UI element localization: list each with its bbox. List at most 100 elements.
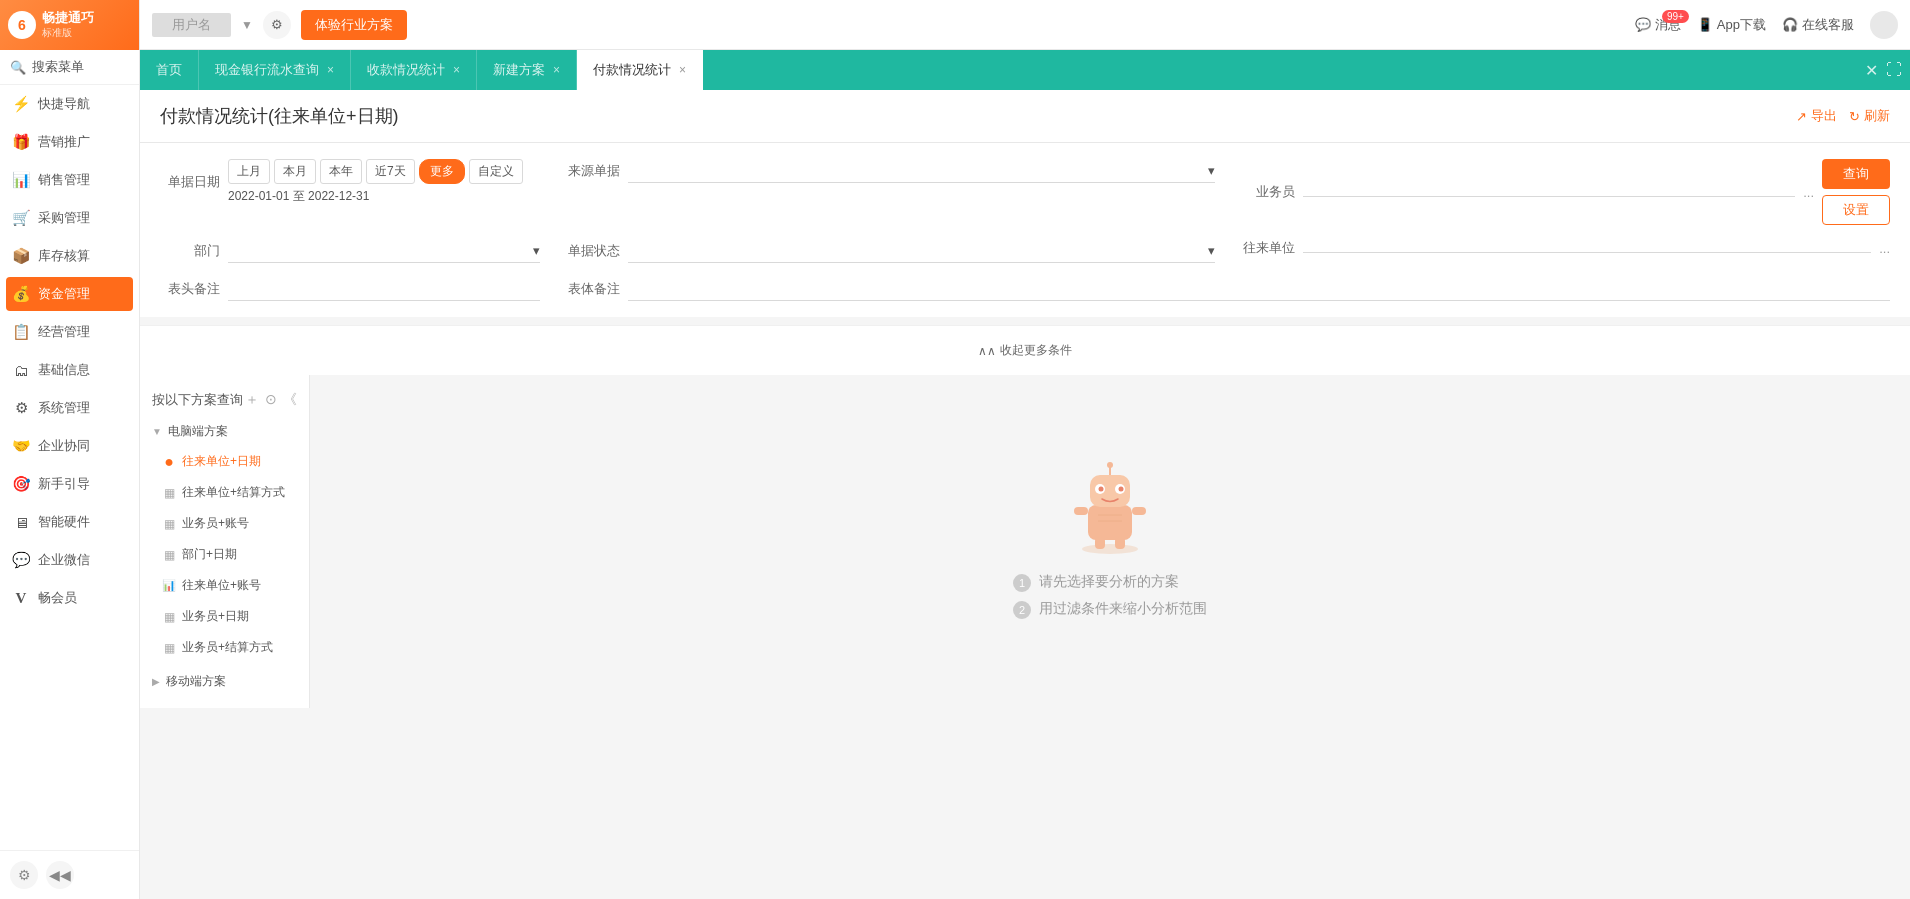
tip-num-2: 2 — [1013, 601, 1031, 619]
date-btn-more[interactable]: 更多 — [419, 159, 465, 184]
setting-btn[interactable]: 设置 — [1822, 195, 1890, 225]
mobile-group-title[interactable]: ▶ 移动端方案 — [140, 667, 309, 696]
chevron-up-icon: ∧∧ — [978, 344, 996, 358]
plan-icon-2: ▦ — [162, 517, 176, 531]
nav-icon: ⚡ — [12, 95, 30, 113]
tab-payment[interactable]: 付款情况统计 × — [577, 50, 703, 90]
tab-cash-flow[interactable]: 现金银行流水查询 × — [199, 50, 351, 90]
tab-home[interactable]: 首页 — [140, 50, 199, 90]
filter-date-item: 单据日期 上月 本月 本年 近7天 更多 自定义 2022-01-01 至 20… — [160, 159, 540, 205]
bodynote-input[interactable] — [628, 277, 1890, 301]
date-btns: 上月 本月 本年 近7天 更多 自定义 — [228, 159, 523, 184]
maximize-tab-btn[interactable]: ⛶ — [1886, 61, 1902, 79]
tab-close-new-plan[interactable]: × — [553, 63, 560, 77]
date-btn-custom[interactable]: 自定义 — [469, 159, 523, 184]
filter-salesman-item: 业务员 ... 查询 设置 — [1235, 159, 1890, 225]
sidebar-item-operation[interactable]: 📋 经营管理 — [0, 313, 139, 351]
date-btn-7days[interactable]: 近7天 — [366, 159, 415, 184]
filter-action-btns: 查询 设置 — [1822, 159, 1890, 225]
main-layout: 按以下方案查询 ＋ ⊙ 《 ▼ 电脑端方案 ● 往来单位+日期 — [140, 375, 1910, 708]
collapse-panel-icon[interactable]: 《 — [283, 391, 297, 409]
tab-close-receivable[interactable]: × — [453, 63, 460, 77]
date-label: 单据日期 — [160, 173, 220, 191]
tab-close-payment[interactable]: × — [679, 63, 686, 77]
sidebar-item-nav[interactable]: ⚡ 快捷导航 — [0, 85, 139, 123]
plan-item-unit-account[interactable]: 📊 往来单位+账号 — [140, 570, 309, 601]
settings-footer-btn[interactable]: ⚙ — [10, 861, 38, 889]
docstatus-select[interactable]: ▾ — [628, 239, 1215, 263]
export-icon: ↗ — [1796, 109, 1807, 124]
collapse-sidebar-btn[interactable]: ◀◀ — [46, 861, 74, 889]
content-area: 付款情况统计(往来单位+日期) ↗ 导出 ↻ 刷新 单据日期 — [140, 90, 1910, 899]
close-tab-btn[interactable]: ✕ — [1865, 61, 1878, 80]
sidebar-item-guide[interactable]: 🎯 新手引导 — [0, 465, 139, 503]
tab-close-cash-flow[interactable]: × — [327, 63, 334, 77]
collapse-btn[interactable]: ∧∧ 收起更多条件 — [978, 336, 1072, 365]
filter-row-1: 单据日期 上月 本月 本年 近7天 更多 自定义 2022-01-01 至 20… — [160, 159, 1890, 225]
sidebar-item-capital[interactable]: 💰 资金管理 — [6, 277, 133, 311]
topbar-service-btn[interactable]: 🎧 在线客服 — [1782, 16, 1854, 34]
filter-dept-item: 部门 ▾ — [160, 239, 540, 263]
filter-counterpart-item: 往来单位 ... — [1235, 239, 1890, 257]
trial-btn[interactable]: 体验行业方案 — [301, 10, 407, 40]
app-icon: 📱 — [1697, 17, 1713, 32]
date-btn-this-month[interactable]: 本月 — [274, 159, 316, 184]
refresh-btn[interactable]: ↻ 刷新 — [1849, 107, 1890, 125]
date-section: 上月 本月 本年 近7天 更多 自定义 2022-01-01 至 2022-12… — [228, 159, 523, 205]
sidebar-search[interactable]: 🔍 搜索菜单 — [0, 50, 139, 85]
topbar-gear-btn[interactable]: ⚙ — [263, 11, 291, 39]
member-icon: V — [12, 589, 30, 607]
tabbar: 首页 现金银行流水查询 × 收款情况统计 × 新建方案 × 付款情况统计 × ✕… — [140, 50, 1910, 90]
sidebar-item-member[interactable]: V 畅会员 — [0, 579, 139, 617]
sidebar-item-wechat[interactable]: 💬 企业微信 — [0, 541, 139, 579]
left-panel-header: 按以下方案查询 ＋ ⊙ 《 — [140, 383, 309, 417]
empty-tips: 1 请先选择要分析的方案 2 用过滤条件来缩小分析范围 — [1013, 573, 1207, 627]
counterpart-select[interactable] — [1303, 244, 1871, 253]
docstatus-label: 单据状态 — [560, 242, 620, 260]
topbar-dropdown[interactable]: ▼ — [241, 18, 253, 32]
source-select[interactable]: ▾ — [628, 159, 1215, 183]
date-btn-this-year[interactable]: 本年 — [320, 159, 362, 184]
desktop-group-title[interactable]: ▼ 电脑端方案 — [140, 417, 309, 446]
topbar: 用户名 ▼ ⚙ 体验行业方案 💬 消息 99+ 📱 App下载 🎧 在线客服 — [140, 0, 1910, 50]
sidebar-item-inventory[interactable]: 📦 库存核算 — [0, 237, 139, 275]
date-btn-last-month[interactable]: 上月 — [228, 159, 270, 184]
svg-rect-12 — [1115, 537, 1125, 549]
plan-item-unit-settlement[interactable]: ▦ 往来单位+结算方式 — [140, 477, 309, 508]
headernote-input[interactable] — [228, 277, 540, 301]
sidebar-item-system[interactable]: ⚙ 系统管理 — [0, 389, 139, 427]
inventory-icon: 📦 — [12, 247, 30, 265]
sidebar-item-corp[interactable]: 🤝 企业协同 — [0, 427, 139, 465]
dept-select[interactable]: ▾ — [228, 239, 540, 263]
plan-item-salesman-settlement[interactable]: ▦ 业务员+结算方式 — [140, 632, 309, 663]
msg-badge: 99+ — [1662, 10, 1689, 23]
add-plan-icon[interactable]: ＋ — [245, 391, 259, 409]
empty-illustration — [1060, 457, 1160, 557]
right-content: 1 请先选择要分析的方案 2 用过滤条件来缩小分析范围 — [310, 375, 1910, 708]
topbar-app-btn[interactable]: 📱 App下载 — [1697, 16, 1766, 34]
tab-new-plan[interactable]: 新建方案 × — [477, 50, 577, 90]
sidebar-item-marketing[interactable]: 🎁 营销推广 — [0, 123, 139, 161]
export-btn[interactable]: ↗ 导出 — [1796, 107, 1837, 125]
svg-rect-10 — [1132, 507, 1146, 515]
settings-plan-icon[interactable]: ⊙ — [265, 391, 277, 409]
corp-icon: 🤝 — [12, 437, 30, 455]
plan-item-salesman-account[interactable]: ▦ 业务员+账号 — [140, 508, 309, 539]
sidebar-item-hardware[interactable]: 🖥 智能硬件 — [0, 503, 139, 541]
plan-item-dept-date[interactable]: ▦ 部门+日期 — [140, 539, 309, 570]
salesman-select[interactable] — [1303, 188, 1795, 197]
chevron-down-icon: ▾ — [1208, 163, 1215, 178]
empty-tip-2: 2 用过滤条件来缩小分析范围 — [1013, 600, 1207, 619]
plan-item-salesman-date[interactable]: ▦ 业务员+日期 — [140, 601, 309, 632]
plan-item-unit-date[interactable]: ● 往来单位+日期 — [140, 446, 309, 477]
sidebar-item-purchase[interactable]: 🛒 采购管理 — [0, 199, 139, 237]
sidebar-item-sales[interactable]: 📊 销售管理 — [0, 161, 139, 199]
salesman-ellipsis[interactable]: ... — [1803, 185, 1814, 200]
tab-receivable[interactable]: 收款情况统计 × — [351, 50, 477, 90]
topbar-msg-btn[interactable]: 💬 消息 99+ — [1635, 16, 1681, 34]
filter-panel: 单据日期 上月 本月 本年 近7天 更多 自定义 2022-01-01 至 20… — [140, 143, 1910, 317]
headernote-label: 表头备注 — [160, 280, 220, 298]
sidebar-item-basic[interactable]: 🗂 基础信息 — [0, 351, 139, 389]
counterpart-ellipsis[interactable]: ... — [1879, 241, 1890, 256]
query-btn[interactable]: 查询 — [1822, 159, 1890, 189]
